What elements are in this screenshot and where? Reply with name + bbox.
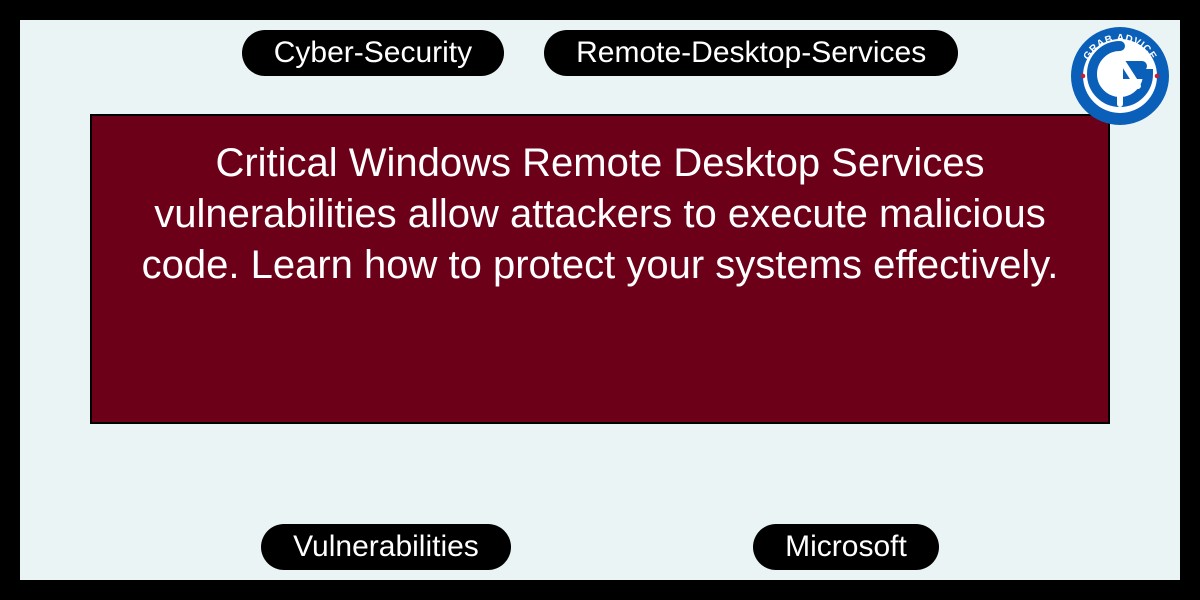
tag-microsoft[interactable]: Microsoft: [753, 524, 939, 570]
tag-cyber-security[interactable]: Cyber-Security: [242, 30, 504, 76]
bottom-tag-row: Vulnerabilities Microsoft: [20, 524, 1180, 570]
tag-vulnerabilities[interactable]: Vulnerabilities: [261, 524, 511, 570]
tag-remote-desktop-services[interactable]: Remote-Desktop-Services: [544, 30, 958, 76]
grab-advice-logo-icon: GRAB ADVICE MINDFUL INSIGHTS: [1070, 26, 1170, 126]
brand-logo: GRAB ADVICE MINDFUL INSIGHTS: [1070, 26, 1170, 126]
top-tag-row: Cyber-Security Remote-Desktop-Services: [20, 30, 1180, 76]
headline-text: Critical Windows Remote Desktop Services…: [132, 138, 1068, 292]
headline-panel: Critical Windows Remote Desktop Services…: [90, 114, 1110, 424]
content-frame: Cyber-Security Remote-Desktop-Services G…: [20, 20, 1180, 580]
